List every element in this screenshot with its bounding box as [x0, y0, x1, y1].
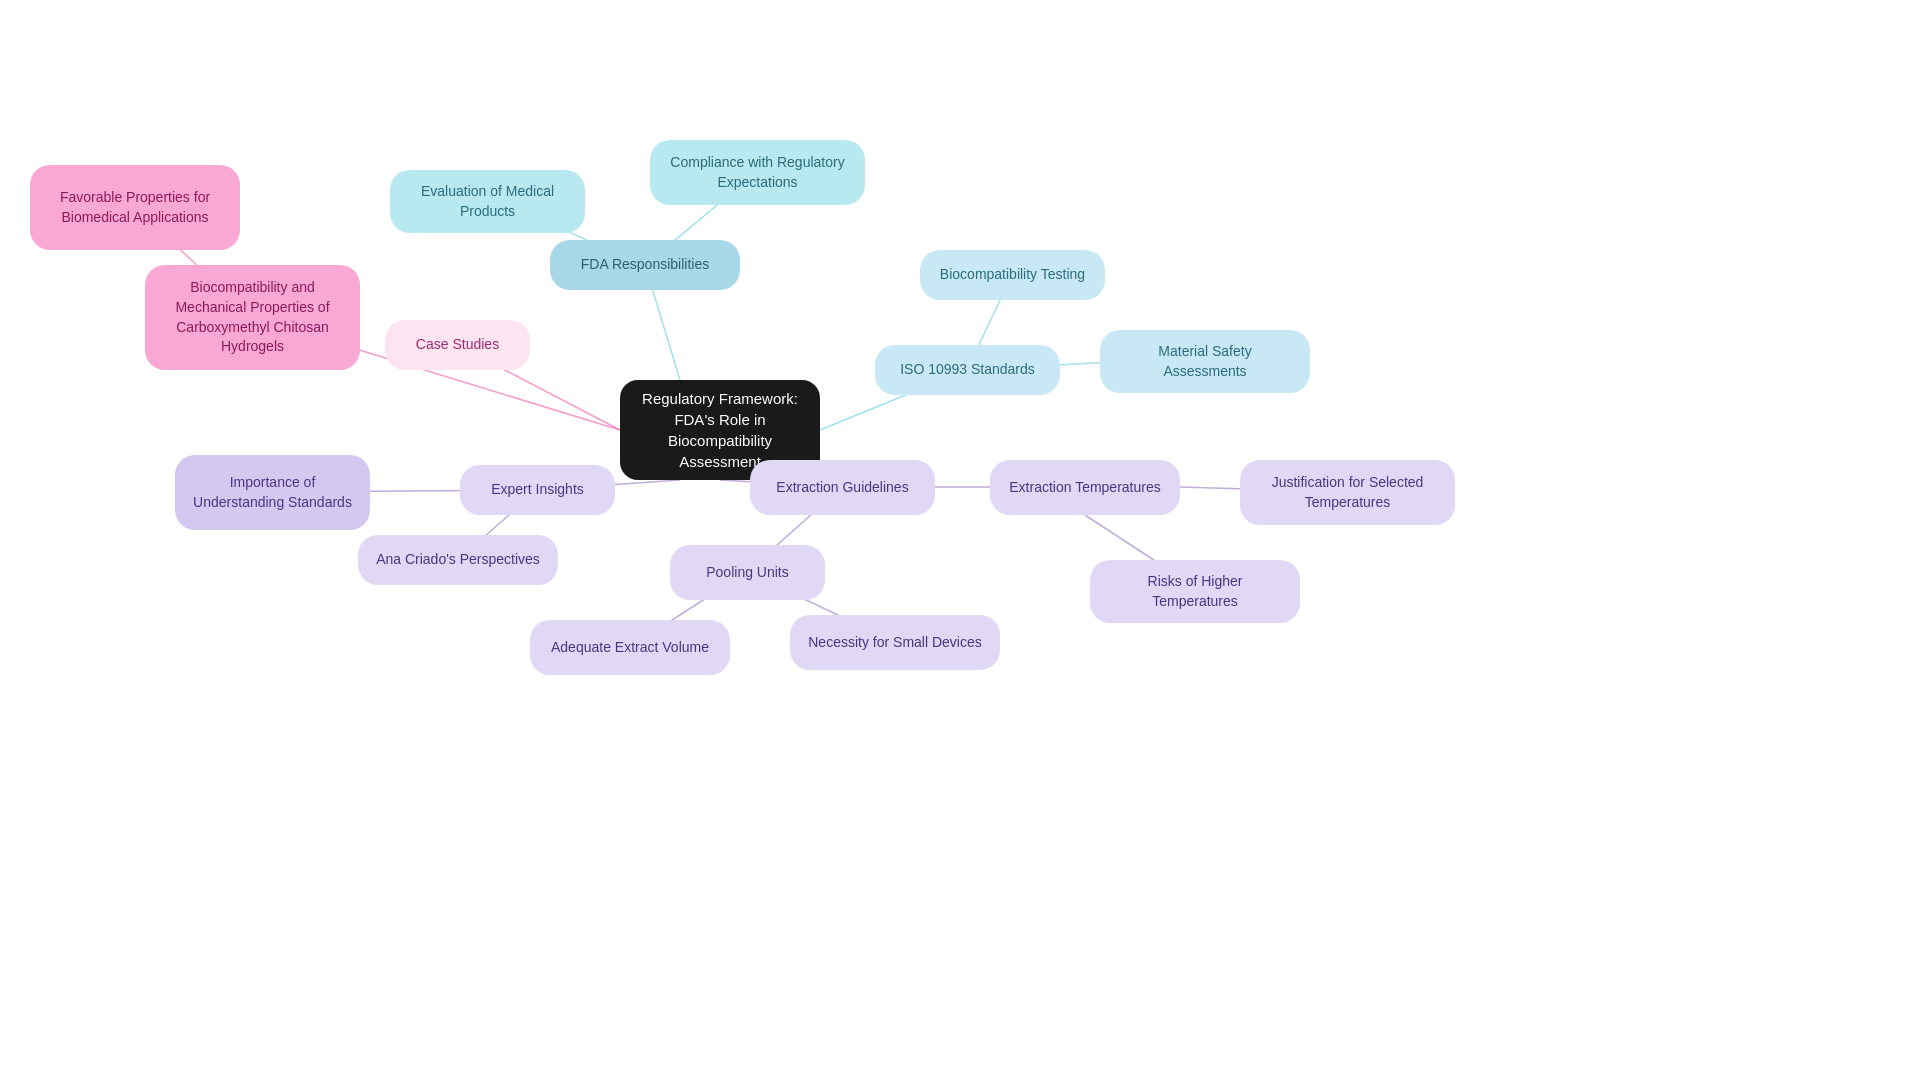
node-ext_temps: Extraction Temperatures	[990, 460, 1180, 515]
node-necessity: Necessity for Small Devices	[790, 615, 1000, 670]
node-importance_std: Importance of Understanding Standards	[175, 455, 370, 530]
node-justification: Justification for Selected Temperatures	[1240, 460, 1455, 525]
node-risks: Risks of Higher Temperatures	[1090, 560, 1300, 623]
node-extraction: Extraction Guidelines	[750, 460, 935, 515]
node-expert: Expert Insights	[460, 465, 615, 515]
node-eval_medical: Evaluation of Medical Products	[390, 170, 585, 233]
node-compliance: Compliance with Regulatory Expectations	[650, 140, 865, 205]
node-fda_resp: FDA Responsibilities	[550, 240, 740, 290]
node-pooling: Pooling Units	[670, 545, 825, 600]
node-biocompat_test: Biocompatibility Testing	[920, 250, 1105, 300]
node-material_safety: Material Safety Assessments	[1100, 330, 1310, 393]
node-iso: ISO 10993 Standards	[875, 345, 1060, 395]
node-ana: Ana Criado's Perspectives	[358, 535, 558, 585]
node-biocompat_mech: Biocompatibility and Mechanical Properti…	[145, 265, 360, 370]
node-adequate: Adequate Extract Volume	[530, 620, 730, 675]
node-case_studies: Case Studies	[385, 320, 530, 370]
node-favorable: Favorable Properties for Biomedical Appl…	[30, 165, 240, 250]
